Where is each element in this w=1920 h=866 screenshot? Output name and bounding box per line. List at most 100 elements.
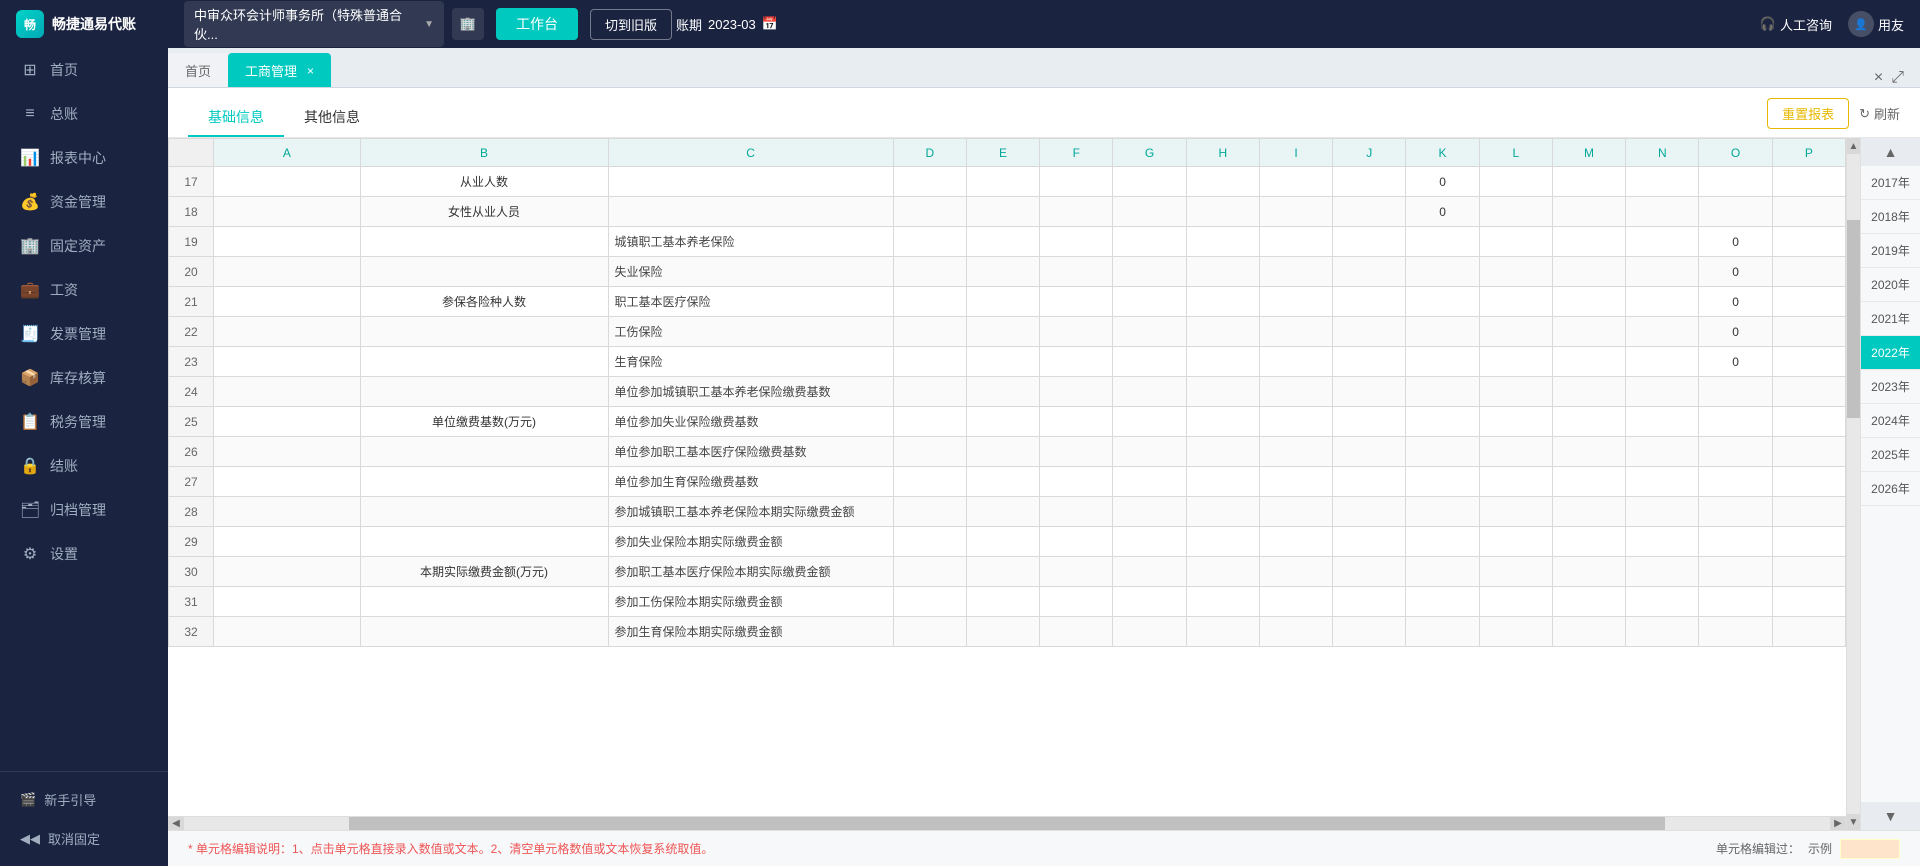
cell-32-C[interactable]: 参加生育保险本期实际缴费金额	[608, 617, 893, 647]
cell-17-J[interactable]	[1333, 167, 1406, 197]
cell-23-O[interactable]: 0	[1699, 347, 1772, 377]
cell-23-B[interactable]	[360, 347, 608, 377]
cell-27-G[interactable]	[1113, 467, 1186, 497]
cell-18-C[interactable]	[608, 197, 893, 227]
cell-21-F[interactable]	[1040, 287, 1113, 317]
cell-17-B[interactable]: 从业人数	[360, 167, 608, 197]
switch-version-button[interactable]: 切到旧版	[590, 9, 672, 40]
cell-31-P[interactable]	[1772, 587, 1845, 617]
cell-27-A[interactable]	[214, 467, 361, 497]
cell-25-G[interactable]	[1113, 407, 1186, 437]
cell-28-M[interactable]	[1552, 497, 1625, 527]
cell-22-K[interactable]	[1406, 317, 1479, 347]
cell-27-L[interactable]	[1479, 467, 1552, 497]
year-nav-up-btn[interactable]: ▲	[1861, 138, 1920, 166]
year-item-2017[interactable]: 2017年	[1861, 166, 1920, 200]
cell-22-F[interactable]	[1040, 317, 1113, 347]
cell-30-F[interactable]	[1040, 557, 1113, 587]
cell-24-E[interactable]	[966, 377, 1039, 407]
cell-22-C[interactable]: 工伤保险	[608, 317, 893, 347]
cell-24-C[interactable]: 单位参加城镇职工基本养老保险缴费基数	[608, 377, 893, 407]
cell-19-C[interactable]: 城镇职工基本养老保险	[608, 227, 893, 257]
cell-23-K[interactable]	[1406, 347, 1479, 377]
cell-32-L[interactable]	[1479, 617, 1552, 647]
cell-29-J[interactable]	[1333, 527, 1406, 557]
cell-18-I[interactable]	[1259, 197, 1332, 227]
cell-32-A[interactable]	[214, 617, 361, 647]
cell-22-H[interactable]	[1186, 317, 1259, 347]
cell-22-L[interactable]	[1479, 317, 1552, 347]
cell-26-K[interactable]	[1406, 437, 1479, 467]
cell-24-J[interactable]	[1333, 377, 1406, 407]
cell-18-O[interactable]	[1699, 197, 1772, 227]
cell-26-A[interactable]	[214, 437, 361, 467]
cell-25-O[interactable]	[1699, 407, 1772, 437]
cell-32-N[interactable]	[1626, 617, 1699, 647]
tab-home[interactable]: 首页	[168, 53, 228, 87]
cell-23-J[interactable]	[1333, 347, 1406, 377]
cell-27-K[interactable]	[1406, 467, 1479, 497]
year-item-2026[interactable]: 2026年	[1861, 472, 1920, 506]
cell-31-F[interactable]	[1040, 587, 1113, 617]
cell-23-P[interactable]	[1772, 347, 1845, 377]
cell-27-M[interactable]	[1552, 467, 1625, 497]
cell-20-E[interactable]	[966, 257, 1039, 287]
cell-24-L[interactable]	[1479, 377, 1552, 407]
hscroll-track[interactable]	[184, 817, 1830, 830]
cell-25-J[interactable]	[1333, 407, 1406, 437]
sidebar-item-ledger[interactable]: ≡ 总账	[0, 92, 168, 136]
cell-17-K[interactable]: 0	[1406, 167, 1479, 197]
table-scroll-area[interactable]: A B C D E F G H I J	[168, 138, 1846, 816]
refresh-button[interactable]: ↻ 刷新	[1859, 104, 1900, 123]
cell-23-L[interactable]	[1479, 347, 1552, 377]
cell-17-D[interactable]	[893, 167, 966, 197]
cell-20-H[interactable]	[1186, 257, 1259, 287]
cell-30-N[interactable]	[1626, 557, 1699, 587]
sidebar-item-tax[interactable]: 📋 税务管理	[0, 400, 168, 444]
cell-29-E[interactable]	[966, 527, 1039, 557]
workspace-button[interactable]: 工作台	[496, 8, 578, 40]
cell-30-H[interactable]	[1186, 557, 1259, 587]
cell-24-N[interactable]	[1626, 377, 1699, 407]
cell-24-I[interactable]	[1259, 377, 1332, 407]
cell-28-F[interactable]	[1040, 497, 1113, 527]
year-item-2024[interactable]: 2024年	[1861, 404, 1920, 438]
year-item-2020[interactable]: 2020年	[1861, 268, 1920, 302]
cell-22-O[interactable]: 0	[1699, 317, 1772, 347]
cell-29-G[interactable]	[1113, 527, 1186, 557]
cell-18-L[interactable]	[1479, 197, 1552, 227]
cell-27-D[interactable]	[893, 467, 966, 497]
sidebar-item-settings[interactable]: ⚙ 设置	[0, 532, 168, 576]
cell-28-L[interactable]	[1479, 497, 1552, 527]
cell-21-K[interactable]	[1406, 287, 1479, 317]
cell-23-H[interactable]	[1186, 347, 1259, 377]
cell-30-L[interactable]	[1479, 557, 1552, 587]
year-item-2021[interactable]: 2021年	[1861, 302, 1920, 336]
cell-31-B[interactable]	[360, 587, 608, 617]
cell-30-B[interactable]: 本期实际缴费金额(万元)	[360, 557, 608, 587]
cell-32-H[interactable]	[1186, 617, 1259, 647]
cell-28-O[interactable]	[1699, 497, 1772, 527]
cell-25-H[interactable]	[1186, 407, 1259, 437]
cell-24-F[interactable]	[1040, 377, 1113, 407]
cell-22-G[interactable]	[1113, 317, 1186, 347]
cell-26-O[interactable]	[1699, 437, 1772, 467]
cell-29-L[interactable]	[1479, 527, 1552, 557]
cell-30-J[interactable]	[1333, 557, 1406, 587]
cell-19-P[interactable]	[1772, 227, 1845, 257]
cell-28-P[interactable]	[1772, 497, 1845, 527]
cell-28-E[interactable]	[966, 497, 1039, 527]
cell-20-J[interactable]	[1333, 257, 1406, 287]
cell-22-J[interactable]	[1333, 317, 1406, 347]
cell-21-E[interactable]	[966, 287, 1039, 317]
cell-21-H[interactable]	[1186, 287, 1259, 317]
cell-22-A[interactable]	[214, 317, 361, 347]
cell-28-N[interactable]	[1626, 497, 1699, 527]
cell-32-O[interactable]	[1699, 617, 1772, 647]
cell-20-L[interactable]	[1479, 257, 1552, 287]
cell-21-D[interactable]	[893, 287, 966, 317]
cell-17-C[interactable]	[608, 167, 893, 197]
cell-31-E[interactable]	[966, 587, 1039, 617]
cell-19-D[interactable]	[893, 227, 966, 257]
cell-28-J[interactable]	[1333, 497, 1406, 527]
